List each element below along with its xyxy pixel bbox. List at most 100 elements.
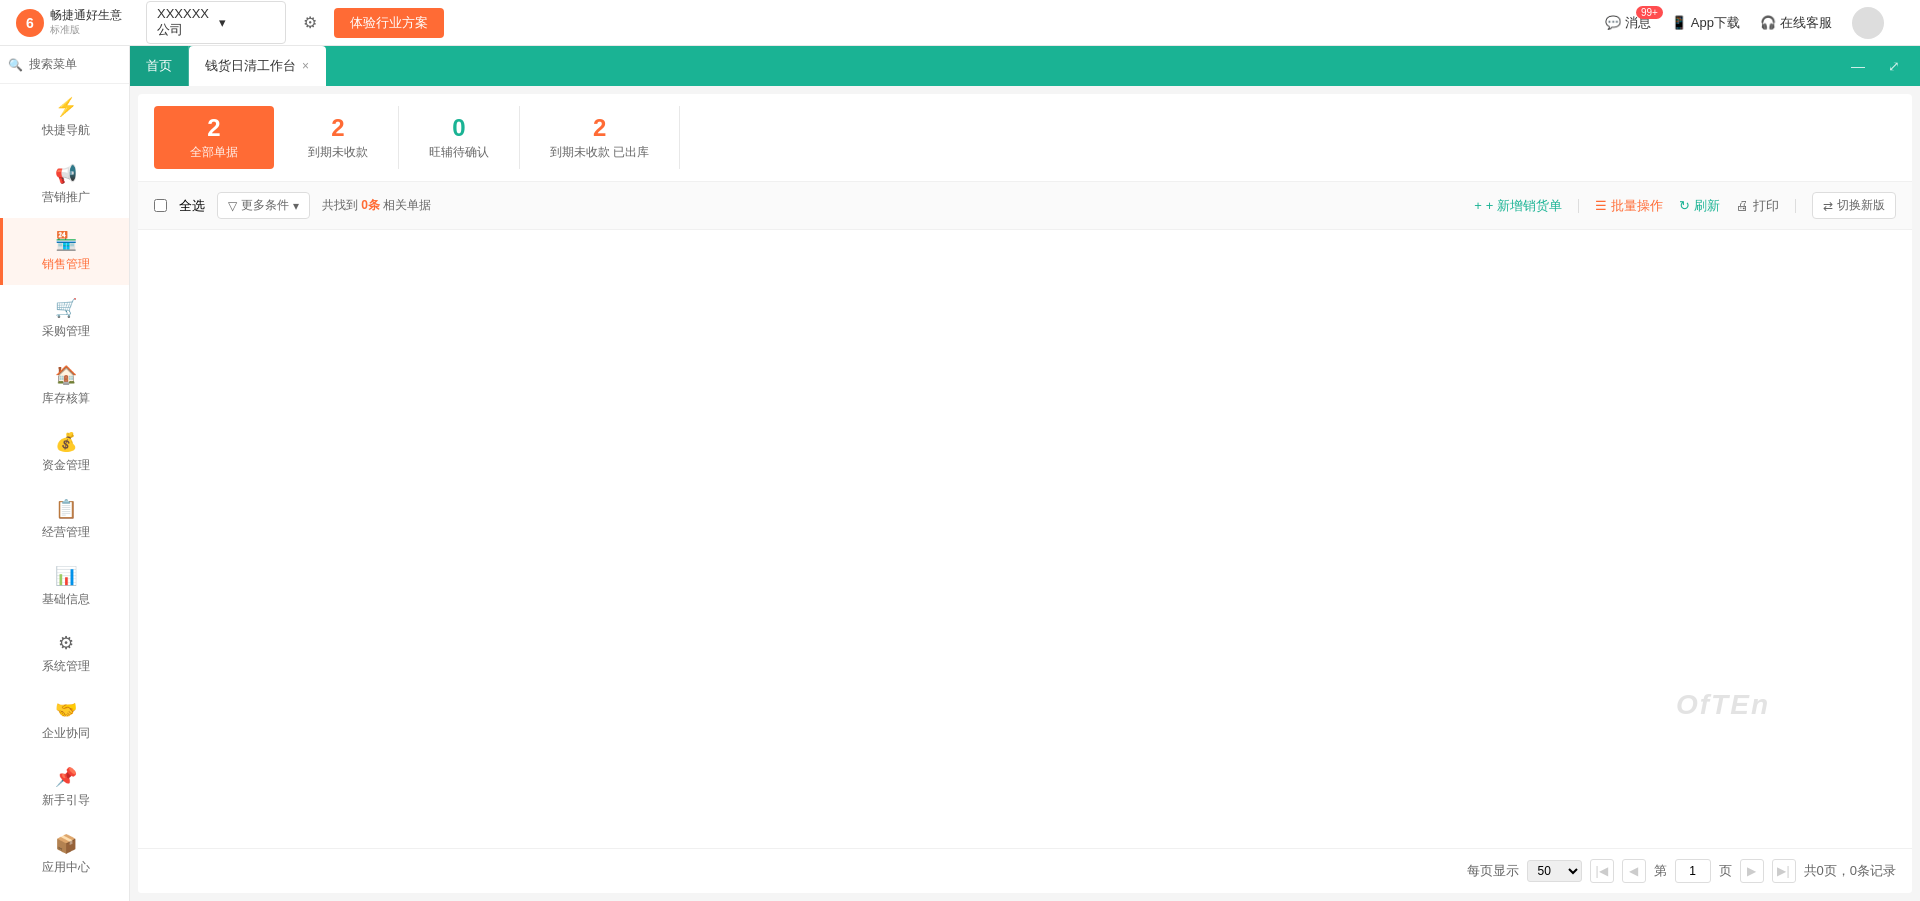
sidebar-item-purchase[interactable]: 🛒 采购管理 (0, 285, 129, 352)
tab-expand-button[interactable]: ⤢ (1880, 52, 1908, 80)
pagination-last-button[interactable]: ▶| (1772, 859, 1796, 883)
logo-text-block: 畅捷通好生意 标准版 (50, 8, 122, 38)
switch-label: 切换新版 (1837, 197, 1885, 214)
filter-button[interactable]: ▽ 更多条件 ▾ (217, 192, 310, 219)
cart-icon: 🛒 (55, 297, 77, 319)
stat-all-orders[interactable]: 2 全部单据 (154, 106, 274, 169)
app-name: 畅捷通好生意 (50, 8, 122, 24)
filter-icon: ▽ (228, 199, 237, 213)
search-icon: 🔍 (8, 58, 23, 72)
sidebar-label-purchase: 采购管理 (42, 323, 90, 340)
sidebar: 🔍 搜索菜单 ⚡ 快捷导航 📢 营销推广 🏪 销售管理 🛒 采购管理 🏠 库存核… (0, 46, 130, 901)
sidebar-label-cooperation: 企业协同 (42, 725, 90, 742)
sidebar-label-sales: 销售管理 (42, 256, 90, 273)
app-badge: 标准版 (50, 23, 122, 37)
found-text: 共找到 0条 相关单据 (322, 197, 431, 214)
sidebar-item-guide[interactable]: 📌 新手引导 (0, 754, 129, 821)
logo-area: 6 畅捷通好生意 标准版 (16, 8, 146, 38)
next-page-icon: ▶ (1747, 864, 1756, 878)
sidebar-item-sales[interactable]: 🏪 销售管理 (0, 218, 129, 285)
print-button[interactable]: 🖨 打印 (1736, 197, 1779, 215)
stat-pending-label: 旺辅待确认 (429, 144, 489, 161)
tab-close-icon[interactable]: × (302, 59, 309, 73)
stat-overdue-payment[interactable]: 2 到期未收款 (278, 106, 399, 169)
sidebar-item-inventory[interactable]: 🏠 库存核算 (0, 352, 129, 419)
sidebar-label-base-info: 基础信息 (42, 591, 90, 608)
first-page-icon: |◀ (1595, 864, 1607, 878)
select-all-label: 全选 (179, 197, 205, 215)
app-download-button[interactable]: 📱 App下载 (1671, 14, 1740, 32)
sidebar-label-finance: 资金管理 (42, 457, 90, 474)
sidebar-item-finance[interactable]: 💰 资金管理 (0, 419, 129, 486)
top-header: 6 畅捷通好生意 标准版 XXXXXX公司 ▾ ⚙ 体验行业方案 💬 消息 99… (0, 0, 1920, 46)
tab-active[interactable]: 钱货日清工作台 × (189, 46, 326, 86)
toolbar-divider-2 (1795, 199, 1796, 213)
switch-icon: ⇄ (1823, 199, 1833, 213)
pagination-first-button[interactable]: |◀ (1590, 859, 1614, 883)
sidebar-label-system: 系统管理 (42, 658, 90, 675)
pagination-prev-button[interactable]: ◀ (1622, 859, 1646, 883)
tab-bar: 首页 钱货日清工作台 × — ⤢ (130, 46, 1920, 86)
page-size-label: 每页显示 (1467, 862, 1519, 880)
sidebar-item-quick-nav[interactable]: ⚡ 快捷导航 (0, 84, 129, 151)
dropdown-icon: ▾ (219, 15, 275, 30)
message-badge: 99+ (1636, 6, 1663, 19)
search-menu-item[interactable]: 🔍 搜索菜单 (0, 46, 129, 84)
box-icon: 📦 (55, 833, 77, 855)
stat-pending-count: 0 (452, 114, 465, 142)
stat-overdue-count: 2 (331, 114, 344, 142)
sidebar-item-marketing[interactable]: 📢 营销推广 (0, 151, 129, 218)
sidebar-item-base-info[interactable]: 📊 基础信息 (0, 553, 129, 620)
switch-version-button[interactable]: ⇄ 切换新版 (1812, 192, 1896, 219)
message-button[interactable]: 💬 消息 99+ (1605, 14, 1651, 32)
message-icon: 💬 (1605, 15, 1621, 30)
sidebar-item-system[interactable]: ⚙ 系统管理 (0, 620, 129, 687)
page-size-select[interactable]: 50 100 (1527, 860, 1582, 882)
stat-overdue-shipped[interactable]: 2 到期未收款 已出库 (520, 106, 680, 169)
stat-all-count: 2 (207, 114, 220, 142)
shop-icon: 🏪 (55, 230, 77, 252)
page-label: 第 (1654, 862, 1667, 880)
sidebar-item-app-center[interactable]: 📦 应用中心 (0, 821, 129, 888)
page-number-input[interactable] (1675, 859, 1711, 883)
stat-pending-confirm[interactable]: 0 旺辅待确认 (399, 106, 520, 169)
pagination-next-button[interactable]: ▶ (1740, 859, 1764, 883)
settings-button[interactable]: ⚙ (294, 7, 326, 39)
printer-icon: 🖨 (1736, 198, 1749, 213)
lightning-icon: ⚡ (55, 96, 77, 118)
sidebar-item-cooperation[interactable]: 🤝 企业协同 (0, 687, 129, 754)
main-layout: 🔍 搜索菜单 ⚡ 快捷导航 📢 营销推广 🏪 销售管理 🛒 采购管理 🏠 库存核… (0, 46, 1920, 901)
trial-button[interactable]: 体验行业方案 (334, 8, 444, 38)
clipboard-icon: 📋 (55, 498, 77, 520)
refresh-label: 刷新 (1694, 197, 1720, 215)
batch-icon: ☰ (1595, 198, 1607, 213)
online-service-label: 在线客服 (1780, 14, 1832, 32)
total-info: 共0页，0条记录 (1804, 862, 1896, 880)
company-selector[interactable]: XXXXXX公司 ▾ (146, 1, 286, 44)
toolbar-right: + + 新增销货单 ☰ 批量操作 ↻ 刷新 🖨 打印 (1474, 192, 1896, 219)
tab-home[interactable]: 首页 (130, 46, 189, 86)
sidebar-label-operations: 经营管理 (42, 524, 90, 541)
refresh-button[interactable]: ↻ 刷新 (1679, 197, 1720, 215)
online-service-button[interactable]: 🎧 在线客服 (1760, 14, 1832, 32)
tab-home-label: 首页 (146, 57, 172, 75)
sidebar-item-operations[interactable]: 📋 经营管理 (0, 486, 129, 553)
new-sale-button[interactable]: + + 新增销货单 (1474, 197, 1562, 215)
sidebar-label-guide: 新手引导 (42, 792, 90, 809)
sidebar-item-wechat[interactable]: 💬 企业微信 (0, 888, 129, 901)
user-avatar[interactable] (1852, 7, 1884, 39)
add-icon: + (1474, 198, 1482, 213)
pagination-bar: 每页显示 50 100 |◀ ◀ 第 页 ▶ ▶| (138, 848, 1912, 893)
found-prefix: 共找到 (322, 198, 358, 212)
search-menu-label: 搜索菜单 (29, 56, 77, 73)
filter-chevron: ▾ (293, 199, 299, 213)
tab-right-actions: — ⤢ (1844, 52, 1920, 80)
select-all-checkbox[interactable] (154, 199, 167, 212)
sidebar-label-inventory: 库存核算 (42, 390, 90, 407)
sidebar-label-marketing: 营销推广 (42, 189, 90, 206)
batch-op-button[interactable]: ☰ 批量操作 (1595, 197, 1663, 215)
company-name: XXXXXX公司 (157, 6, 213, 39)
tab-minimize-button[interactable]: — (1844, 52, 1872, 80)
stat-overdue-shipped-label: 到期未收款 已出库 (550, 144, 649, 161)
house-icon: 🏠 (55, 364, 77, 386)
